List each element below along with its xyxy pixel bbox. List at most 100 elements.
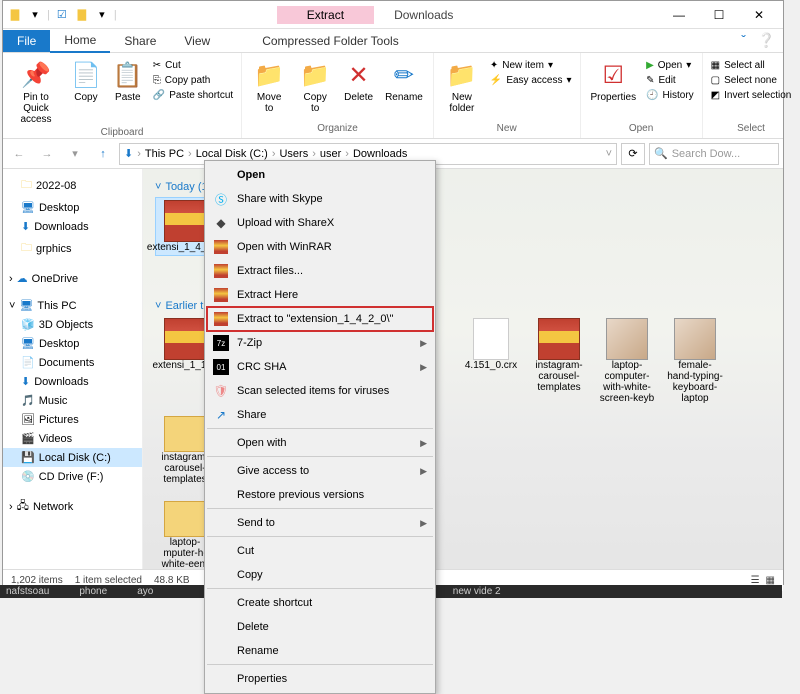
pin-button[interactable]: 📌Pin to Quick access	[9, 59, 63, 127]
move-to-button[interactable]: 📁Move to	[248, 59, 290, 116]
nav-item[interactable]: 🗀2022-08	[3, 173, 142, 198]
taskbar-item[interactable]: new vide 2	[453, 586, 501, 597]
qat-check-icon[interactable]: ☑	[54, 7, 70, 23]
nav-item[interactable]: 📄Documents	[3, 353, 142, 372]
nav-network[interactable]: › 🖧Network	[3, 494, 142, 519]
maximize-button[interactable]: ☐	[699, 2, 739, 28]
forward-button[interactable]: →	[35, 142, 59, 166]
delete-button[interactable]: ✕Delete	[340, 59, 377, 105]
scissors-icon: ✂	[153, 60, 161, 71]
ctx-copy[interactable]: Copy	[207, 563, 433, 589]
clipboard-group: 📌Pin to Quick access 📄Copy 📋Paste ✂Cut ⎘…	[3, 53, 242, 138]
winrar-icon	[213, 239, 229, 255]
nav-item[interactable]: 🧊3D Objects	[3, 315, 142, 334]
properties-button[interactable]: ☑Properties	[587, 59, 641, 105]
nav-item[interactable]: 🗀grphics	[3, 236, 142, 261]
taskbar-item[interactable]: nafstsoau	[6, 586, 49, 597]
nav-item[interactable]: 🎬Videos	[3, 429, 142, 448]
downloads-icon: ⬇	[21, 220, 30, 233]
minimize-button[interactable]: —	[659, 2, 699, 28]
help-icon[interactable]: ˇ ❔	[741, 32, 775, 49]
nav-item-local-disk[interactable]: 💾Local Disk (C:)	[3, 448, 142, 467]
qat-dropdown-icon[interactable]: ▾	[27, 7, 43, 23]
ctx-crc[interactable]: 01CRC SHA▶	[207, 355, 433, 379]
ctx-sharex[interactable]: ◆Upload with ShareX	[207, 211, 433, 235]
nav-this-pc[interactable]: ˅ 🖥This PC	[3, 296, 142, 315]
ctx-restore[interactable]: Restore previous versions	[207, 483, 433, 509]
winrar-icon	[213, 311, 229, 327]
copy-to-button[interactable]: 📁Copy to	[294, 59, 336, 116]
ctx-7zip[interactable]: 7z7-Zip▶	[207, 331, 433, 355]
open-group: ☑Properties ▶Open ▾ ✎Edit 🕘History Open	[581, 53, 703, 138]
nav-item[interactable]: ⬇Downloads	[3, 217, 142, 236]
nav-onedrive[interactable]: › ☁OneDrive	[3, 269, 142, 288]
ctx-give-access[interactable]: Give access to▶	[207, 459, 433, 483]
nav-item[interactable]: 🖥Desktop	[3, 198, 142, 217]
taskbar-item[interactable]: phone	[79, 586, 107, 597]
up-button[interactable]: ↑	[91, 142, 115, 166]
easy-access-button[interactable]: ⚡Easy access ▾	[488, 74, 574, 87]
nav-item[interactable]: 🎵Music	[3, 391, 142, 410]
ctx-extract-here[interactable]: Extract Here	[207, 283, 433, 307]
ctx-open[interactable]: Open	[207, 163, 433, 187]
ctx-delete[interactable]: Delete	[207, 615, 433, 639]
open-button[interactable]: ▶Open ▾	[644, 59, 696, 72]
crumb-disk[interactable]: Local Disk (C:)	[196, 148, 268, 160]
file-item[interactable]: instagram-carousel-templates	[529, 316, 589, 406]
view-tab[interactable]: View	[170, 30, 224, 52]
select-all-button[interactable]: ▦Select all	[709, 59, 794, 72]
new-folder-button[interactable]: 📁New folder	[440, 59, 484, 116]
pictures-icon: 🖼	[21, 413, 35, 426]
share-tab[interactable]: Share	[110, 30, 170, 52]
qat-dropdown-icon[interactable]: ▾	[94, 7, 110, 23]
ctx-skype[interactable]: ⓈShare with Skype	[207, 187, 433, 211]
ctx-extract-to[interactable]: Extract to "extension_1_4_2_0\"	[207, 307, 433, 331]
ctx-share[interactable]: ↗Share	[207, 403, 433, 429]
extract-context-tab[interactable]: Extract	[277, 6, 374, 24]
ctx-send-to[interactable]: Send to▶	[207, 511, 433, 537]
crumb-pc[interactable]: This PC	[145, 148, 184, 160]
new-group: 📁New folder ✦New item ▾ ⚡Easy access ▾ N…	[434, 53, 581, 138]
compressed-tools-tab[interactable]: Compressed Folder Tools	[250, 30, 411, 52]
file-tab[interactable]: File	[3, 30, 50, 52]
history-button[interactable]: 🕘History	[644, 89, 696, 102]
ctx-scan[interactable]: 🛡Scan selected items for viruses	[207, 379, 433, 403]
refresh-button[interactable]: ⟳	[621, 143, 645, 165]
crumb-user[interactable]: user	[320, 148, 341, 160]
file-item[interactable]: laptop-computer-with-white-screen-keyb	[597, 316, 657, 406]
ctx-extract-files[interactable]: Extract files...	[207, 259, 433, 283]
nav-item[interactable]: ⬇Downloads	[3, 372, 142, 391]
paste-button[interactable]: 📋Paste	[109, 59, 147, 105]
cut-button[interactable]: ✂Cut	[151, 59, 235, 72]
search-input[interactable]: 🔍Search Dow...	[649, 143, 779, 165]
back-button[interactable]: ←	[7, 142, 31, 166]
close-button[interactable]: ✕	[739, 2, 779, 28]
nav-item[interactable]: 💿CD Drive (F:)	[3, 467, 142, 486]
edit-button[interactable]: ✎Edit	[644, 74, 696, 87]
paste-shortcut-button[interactable]: 🔗Paste shortcut	[151, 89, 235, 102]
nav-item[interactable]: 🖥Desktop	[3, 334, 142, 353]
file-item[interactable]: 4.151_0.crx	[461, 316, 521, 406]
nav-item[interactable]: 🖼Pictures	[3, 410, 142, 429]
context-menu: Open ⓈShare with Skype ◆Upload with Shar…	[204, 160, 436, 694]
navigation-pane: 🗀2022-08 🖥Desktop ⬇Downloads 🗀grphics › …	[3, 169, 143, 569]
file-item[interactable]: female-hand-typing-keyboard-laptop	[665, 316, 725, 406]
rename-button[interactable]: ✏Rename	[381, 59, 427, 105]
shield-icon: 🛡	[213, 383, 229, 399]
crumb-users[interactable]: Users	[279, 148, 308, 160]
invert-selection-button[interactable]: ◩Invert selection	[709, 89, 794, 102]
copy-button[interactable]: 📄Copy	[67, 59, 105, 105]
ctx-rename[interactable]: Rename	[207, 639, 433, 665]
home-tab[interactable]: Home	[50, 29, 110, 53]
copy-path-button[interactable]: ⎘Copy path	[151, 74, 235, 87]
select-none-button[interactable]: ▢Select none	[709, 74, 794, 87]
crumb-downloads[interactable]: Downloads	[353, 148, 407, 160]
taskbar-item[interactable]: ayo	[137, 586, 153, 597]
ctx-shortcut[interactable]: Create shortcut	[207, 591, 433, 615]
ctx-open-with[interactable]: Open with▶	[207, 431, 433, 457]
ctx-winrar[interactable]: Open with WinRAR	[207, 235, 433, 259]
ctx-properties[interactable]: Properties	[207, 667, 433, 691]
ctx-cut[interactable]: Cut	[207, 539, 433, 563]
new-item-button[interactable]: ✦New item ▾	[488, 59, 574, 72]
recent-button[interactable]: ▾	[63, 142, 87, 166]
